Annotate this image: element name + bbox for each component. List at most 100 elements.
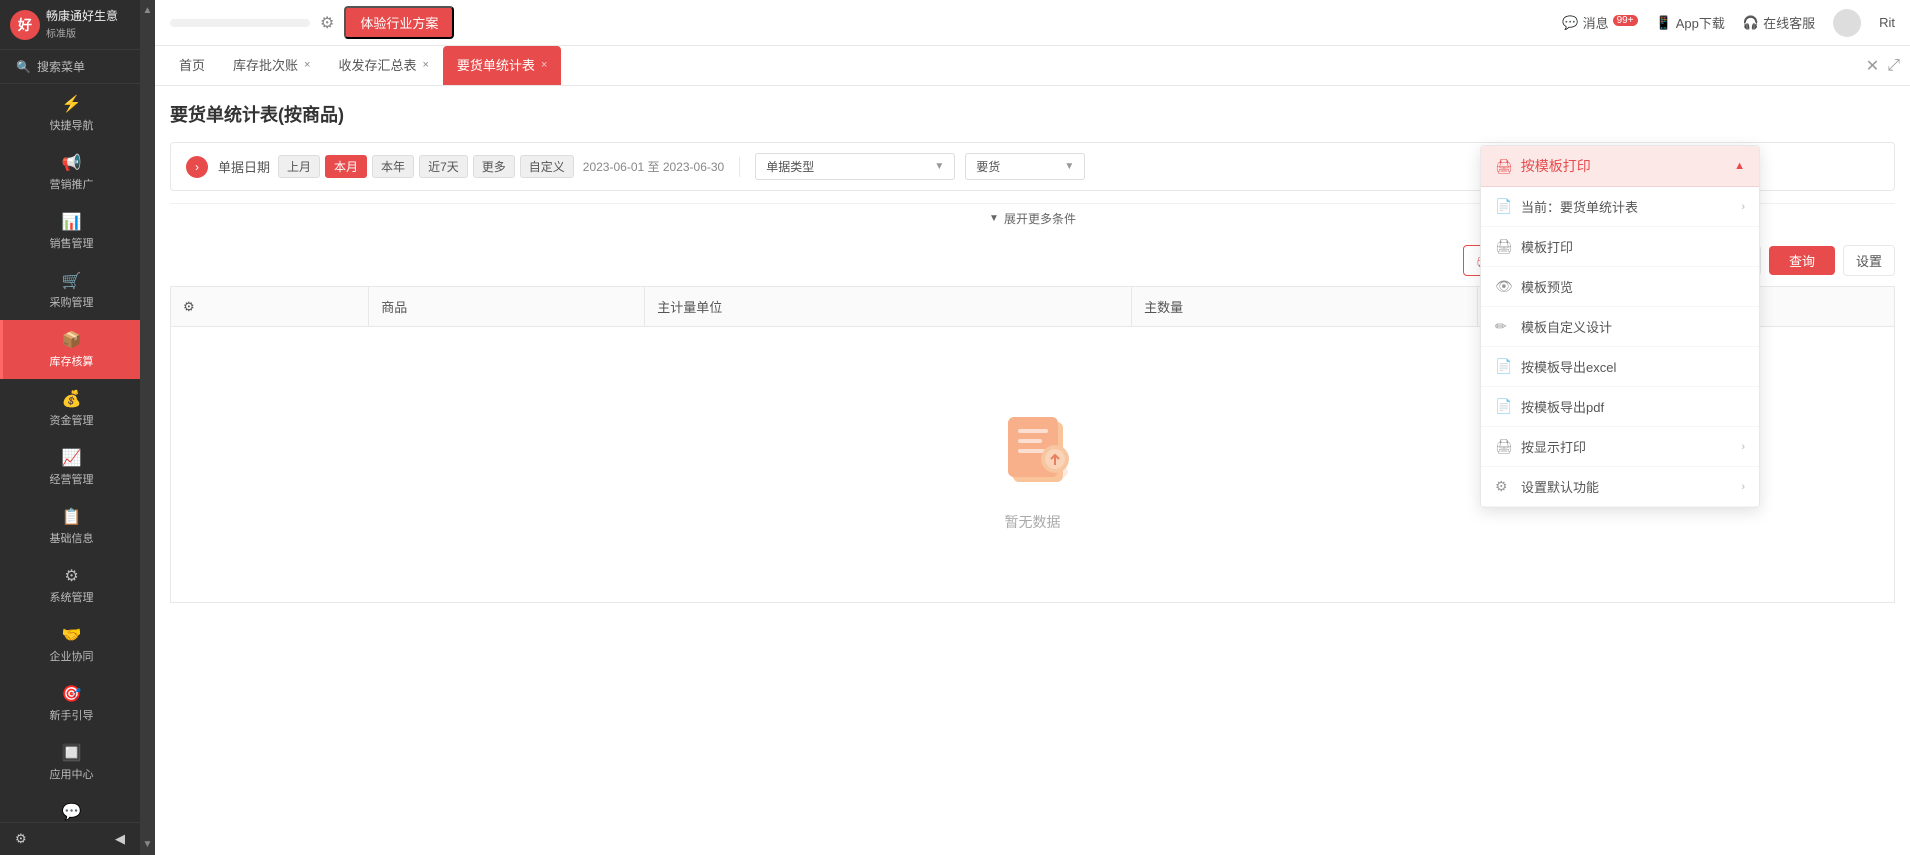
order-status-select[interactable]: 要货 ▼ [965, 153, 1085, 180]
sidebar-item-wechat[interactable]: 💬企业微信 [0, 792, 140, 822]
display-print-icon: 🖨 [1495, 438, 1511, 455]
nav-label-base: 基础信息 [50, 530, 94, 546]
empty-icon [983, 397, 1083, 497]
collapse-icon[interactable]: ◀ [115, 831, 125, 847]
sidebar-item-marketing[interactable]: 📢营销推广 [0, 143, 140, 202]
sidebar-item-inventory[interactable]: 📦库存核算 [0, 320, 140, 379]
export-pdf-icon: 📄 [1495, 398, 1511, 415]
user-avatar [1833, 9, 1861, 37]
topbar-search-input[interactable] [170, 19, 310, 27]
dropdown-current-left: 📄 当前：要货单统计表 [1495, 197, 1638, 216]
sidebar-search[interactable]: 🔍 搜索菜单 [0, 50, 140, 84]
app-download-btn[interactable]: 📱 App下载 [1656, 13, 1725, 32]
order-type-select[interactable]: 单据类型 ▼ [755, 153, 955, 180]
tab-label-home: 首页 [179, 55, 205, 74]
tab-close-order-stats[interactable]: × [541, 59, 547, 71]
tab-order-stats[interactable]: 要货单统计表× [443, 46, 561, 85]
export-excel-label: 按模板导出excel [1521, 357, 1616, 376]
default-func-arrow: › [1741, 481, 1745, 493]
order-type-label: 单据类型 [766, 158, 814, 175]
nav-icon-base: 📋 [62, 507, 82, 527]
sidebar-item-purchase[interactable]: 🛒采购管理 [0, 261, 140, 320]
tab-label-inventory-batch: 库存批次账 [233, 55, 298, 74]
sidebar-item-collab[interactable]: 🤝企业协同 [0, 615, 140, 674]
nav-label-purchase: 采购管理 [50, 294, 94, 310]
sidebar-item-finance[interactable]: 💰资金管理 [0, 379, 140, 438]
message-btn[interactable]: 💬 消息 99+ [1562, 13, 1637, 32]
date-btn-本月[interactable]: 本月 [325, 155, 367, 178]
sidebar-item-newbie[interactable]: 🎯新手引导 [0, 674, 140, 733]
date-filter-row: 单据日期 上月本月本年近7天更多自定义2023-06-01 至 2023-06-… [218, 155, 724, 178]
filter-expand-btn[interactable]: › [186, 156, 208, 178]
tabbar: 首页库存批次账×收发存汇总表×要货单统计表×✕⤢ [155, 46, 1910, 86]
date-btn-更多[interactable]: 更多 [473, 155, 515, 178]
settings-icon[interactable]: ⚙ [15, 831, 27, 847]
nav-icon-operation: 📈 [62, 448, 82, 468]
sidebar-item-apps[interactable]: 🔲 应用中心 [0, 733, 140, 792]
sidebar-item-system[interactable]: ⚙系统管理 [0, 556, 140, 615]
setting-btn[interactable]: 设置 [1843, 245, 1895, 276]
nav-icon-wechat: 💬 [62, 802, 82, 822]
sidebar-item-base[interactable]: 📋 基础信息 [0, 497, 140, 556]
tab-receive-summary[interactable]: 收发存汇总表× [324, 46, 442, 85]
app-download-label: App下载 [1676, 13, 1725, 32]
dropdown-template-design[interactable]: ✏ 模板自定义设计 [1481, 307, 1759, 347]
service-icon: 🎧 [1743, 15, 1759, 31]
query-btn[interactable]: 查询 [1769, 246, 1835, 275]
template-preview-icon: 👁 [1495, 278, 1511, 295]
current-template-arrow: › [1741, 201, 1745, 213]
nav-label-finance: 资金管理 [50, 412, 94, 428]
window-close-icon[interactable]: ✕ [1866, 56, 1879, 76]
tab-close-inventory-batch[interactable]: × [304, 59, 310, 71]
dropdown-template-preview[interactable]: 👁 模板预览 [1481, 267, 1759, 307]
window-expand-icon[interactable]: ⤢ [1887, 57, 1900, 75]
date-btn-本年[interactable]: 本年 [372, 155, 414, 178]
dropdown-default-func[interactable]: ⚙ 设置默认功能 › [1481, 467, 1759, 507]
nav-icon-newbie: 🎯 [62, 684, 82, 704]
default-func-icon: ⚙ [1495, 478, 1511, 495]
tab-inventory-batch[interactable]: 库存批次账 × [219, 46, 324, 85]
app-logo-icon: 好 [10, 10, 40, 40]
order-status-label: 要货 [976, 158, 1000, 175]
default-func-label: 设置默认功能 [1521, 477, 1599, 496]
filter-divider-1 [739, 157, 740, 177]
tab-home[interactable]: 首页 [165, 46, 219, 85]
date-btn-近7天[interactable]: 近7天 [419, 155, 468, 178]
nav-icon-apps: 🔲 [62, 743, 82, 763]
sidebar-logo: 好 畅康通好生意 标准版 [0, 0, 140, 50]
sidebar-item-operation[interactable]: 📈经营管理 [0, 438, 140, 497]
display-print-left: 🖨 按显示打印 [1495, 437, 1586, 456]
template-print-icon: 🖨 [1495, 238, 1511, 255]
search-icon: 🔍 [16, 60, 31, 74]
col-unit: 主计量单位 [645, 287, 1132, 327]
topbar-gear-icon[interactable]: ⚙ [320, 13, 334, 33]
sidebar-item-quick-nav[interactable]: ⚡快捷导航 [0, 84, 140, 143]
sidebar-item-sales[interactable]: 📊销售管理 [0, 202, 140, 261]
search-label: 搜索菜单 [37, 58, 85, 75]
nav-icon-inventory: 📦 [62, 330, 82, 350]
nav-label-system: 系统管理 [50, 589, 94, 605]
page-title: 要货单统计表(按商品) [170, 101, 1895, 127]
online-service-label: 在线客服 [1763, 13, 1815, 32]
export-pdf-label: 按模板导出pdf [1521, 397, 1604, 416]
col-settings[interactable]: ⚙ [171, 287, 369, 327]
online-service-btn[interactable]: 🎧 在线客服 [1743, 13, 1815, 32]
trial-btn[interactable]: 体验行业方案 [344, 6, 454, 39]
scroll-down-btn[interactable]: ▼ [143, 839, 153, 850]
date-btn-上月[interactable]: 上月 [278, 155, 320, 178]
dropdown-current-template[interactable]: 📄 当前：要货单统计表 › [1481, 187, 1759, 227]
user-name[interactable]: Rit [1879, 15, 1895, 30]
tab-close-receive-summary[interactable]: × [422, 59, 428, 71]
dropdown-display-print[interactable]: 🖨 按显示打印 › [1481, 427, 1759, 467]
nav-label-apps: 应用中心 [50, 766, 94, 782]
template-preview-label: 模板预览 [1521, 277, 1573, 296]
dropdown-chevron-icon[interactable]: ▲ [1734, 160, 1745, 172]
dropdown-export-pdf[interactable]: 📄 按模板导出pdf [1481, 387, 1759, 427]
download-icon: 📱 [1656, 15, 1672, 31]
date-btn-自定义[interactable]: 自定义 [520, 155, 574, 178]
dropdown-template-print[interactable]: 🖨 模板打印 [1481, 227, 1759, 267]
scroll-up-btn[interactable]: ▲ [143, 5, 153, 16]
dropdown-export-excel[interactable]: 📄 按模板导出excel [1481, 347, 1759, 387]
template-print-label: 模板打印 [1521, 237, 1573, 256]
dropdown-title: 🖨 按模板打印 [1495, 156, 1591, 176]
